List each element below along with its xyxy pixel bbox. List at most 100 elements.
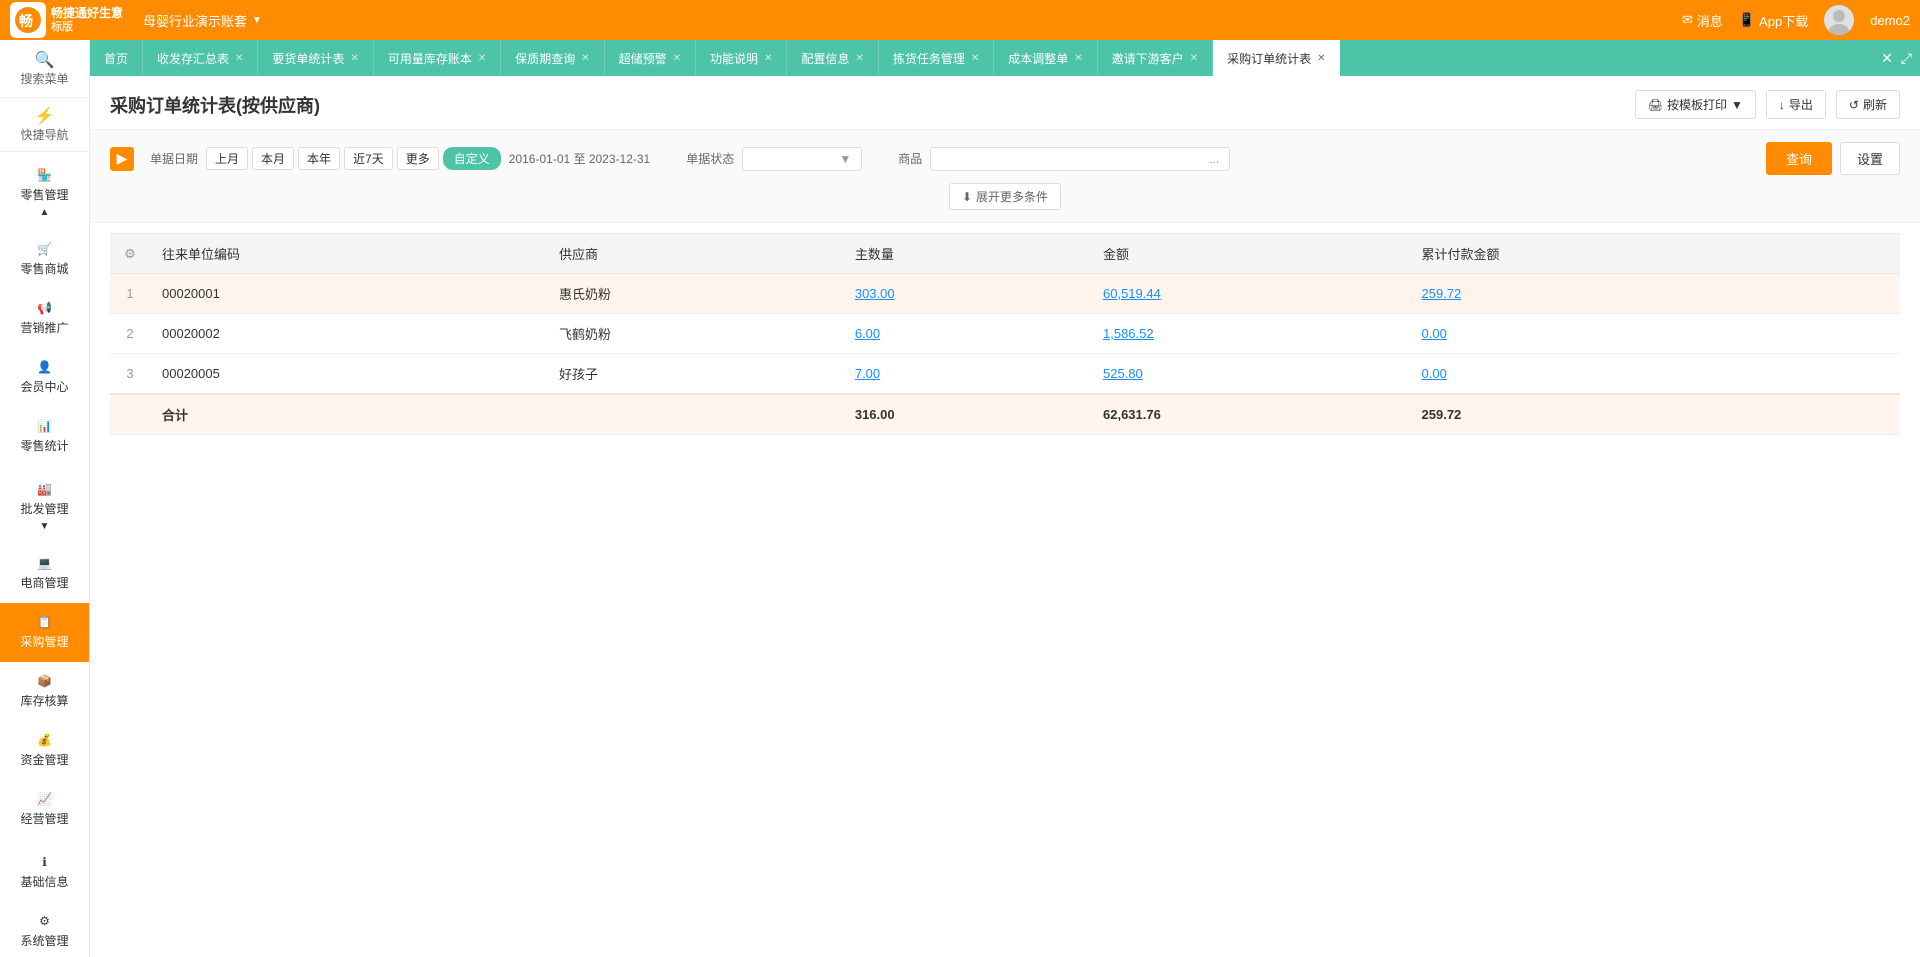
sidebar-item-finance[interactable]: 💰 资金管理 [0, 721, 89, 780]
marketing-icon: 📢 [37, 301, 52, 315]
search-button[interactable]: 查询 [1766, 142, 1832, 175]
ops-icon: 📈 [37, 792, 52, 806]
qty-link[interactable]: 7.00 [855, 366, 880, 381]
sidebar-search[interactable]: 🔍 搜索菜单 [0, 40, 89, 98]
close-tab-warranty[interactable]: ✕ [581, 53, 589, 64]
paid-link[interactable]: 0.00 [1422, 366, 1447, 381]
close-tab-purchase[interactable]: ✕ [1317, 53, 1325, 64]
column-settings-icon[interactable]: ⚙ [124, 246, 136, 261]
status-label: 单据状态 [686, 150, 734, 167]
goods-input[interactable]: ... [930, 147, 1230, 171]
sidebar-item-inventory-check[interactable]: 📦 库存核算 [0, 662, 89, 721]
logo-icon: 畅 [10, 2, 46, 38]
shortcut-this-month[interactable]: 本月 [252, 147, 294, 170]
footer-paid: 259.72 [1410, 394, 1807, 435]
avatar[interactable] [1824, 5, 1854, 35]
close-tab-receive[interactable]: ✕ [235, 53, 243, 64]
tab-home[interactable]: 首页 [90, 40, 143, 76]
maximize-icon[interactable]: ⤢ [1901, 50, 1912, 67]
tab-config[interactable]: 配置信息 ✕ [787, 40, 878, 76]
row-paid[interactable]: 0.00 [1410, 354, 1807, 395]
row-amount[interactable]: 525.80 [1091, 354, 1410, 395]
close-tab-order[interactable]: ✕ [350, 53, 358, 64]
shortcut-more[interactable]: 更多 [397, 147, 439, 170]
row-qty[interactable]: 6.00 [843, 314, 1091, 354]
filter-toggle-btn[interactable]: ▶ [110, 147, 134, 171]
table-row: 2 00020002 飞鹤奶粉 6.00 1,586.52 0.00 [110, 314, 1900, 354]
more-icon[interactable]: ... [1209, 152, 1219, 166]
tab-purchase-summary[interactable]: 采购订单统计表 ✕ [1213, 40, 1340, 76]
close-tab-invite[interactable]: ✕ [1190, 53, 1198, 64]
row-paid[interactable]: 0.00 [1410, 314, 1807, 354]
purchase-icon: 📋 [37, 615, 52, 629]
sidebar-item-marketing[interactable]: 📢 营销推广 [0, 289, 89, 348]
sidebar-item-retail-mgmt[interactable]: 🏪 零售管理 ▲ [0, 156, 89, 230]
message-icon: ✉ [1682, 12, 1693, 28]
close-tab-icon[interactable]: ✕ [1881, 50, 1893, 67]
close-tab-overstock[interactable]: ✕ [673, 53, 681, 64]
refresh-button[interactable]: ↺ 刷新 [1836, 90, 1900, 119]
filter-goods-group: 商品 ... [898, 147, 1230, 171]
close-tab-inventory[interactable]: ✕ [478, 53, 486, 64]
print-button[interactable]: 🖨 按模板打印 ▼ [1635, 90, 1756, 119]
shortcut-7days[interactable]: 近7天 [344, 147, 393, 170]
paid-link[interactable]: 259.72 [1422, 286, 1462, 301]
settings-button[interactable]: 设置 [1840, 142, 1900, 175]
close-tab-function[interactable]: ✕ [764, 53, 772, 64]
qty-link[interactable]: 6.00 [855, 326, 880, 341]
shortcut-this-year[interactable]: 本年 [298, 147, 340, 170]
workspace-selector[interactable]: 母婴行业演示账套 ▼ [143, 11, 262, 30]
th-paid: 累计付款金额 [1410, 234, 1807, 274]
tab-overstock[interactable]: 超储预警 ✕ [605, 40, 696, 76]
row-amount[interactable]: 1,586.52 [1091, 314, 1410, 354]
data-table: ⚙ 往来单位编码 供应商 主数量 金额 累计付款金额 1 [110, 233, 1900, 435]
sidebar-item-retail-stats[interactable]: 📊 零售统计 [0, 407, 89, 466]
retail-shop-icon: 🛒 [37, 242, 52, 256]
sidebar-quick-nav[interactable]: ⚡ 快捷导航 [0, 98, 89, 152]
sidebar-item-basic-info[interactable]: ℹ 基础信息 [0, 843, 89, 902]
footer-label: 合计 [150, 394, 843, 435]
tab-order-summary[interactable]: 要货单统计表 ✕ [258, 40, 373, 76]
row-qty[interactable]: 303.00 [843, 274, 1091, 314]
shortcut-custom[interactable]: 自定义 [443, 147, 501, 170]
amount-link[interactable]: 60,519.44 [1103, 286, 1161, 301]
download-btn[interactable]: 📱 App下载 [1739, 11, 1808, 30]
sidebar-item-purchase-mgmt[interactable]: 📋 采购管理 [0, 603, 89, 662]
close-tab-config[interactable]: ✕ [855, 53, 863, 64]
table-row: 3 00020005 好孩子 7.00 525.80 0.00 [110, 354, 1900, 395]
nav-icon: ⚡ [5, 106, 84, 126]
sidebar-item-system-mgmt[interactable]: ⚙ 系统管理 [0, 902, 89, 957]
tab-cost-adjust[interactable]: 成本调整单 ✕ [994, 40, 1097, 76]
page-actions: 🖨 按模板打印 ▼ ↓ 导出 ↺ 刷新 [1635, 90, 1900, 119]
row-no: 3 [110, 354, 150, 395]
row-no: 1 [110, 274, 150, 314]
export-button[interactable]: ↓ 导出 [1766, 90, 1826, 119]
tab-function-desc[interactable]: 功能说明 ✕ [696, 40, 787, 76]
sidebar-item-retail-shop[interactable]: 🛒 零售商城 [0, 230, 89, 289]
close-tab-picking[interactable]: ✕ [971, 53, 979, 64]
expand-more-btn[interactable]: ⬇ 展开更多条件 [949, 183, 1061, 210]
sidebar-item-member-center[interactable]: 👤 会员中心 [0, 348, 89, 407]
qty-link[interactable]: 303.00 [855, 286, 895, 301]
paid-link[interactable]: 0.00 [1422, 326, 1447, 341]
footer-qty: 316.00 [843, 394, 1091, 435]
tab-warranty[interactable]: 保质期查询 ✕ [501, 40, 604, 76]
close-tab-cost[interactable]: ✕ [1074, 53, 1082, 64]
tab-inventory-book[interactable]: 可用量库存账本 ✕ [374, 40, 501, 76]
tab-picking-task[interactable]: 拣货任务管理 ✕ [879, 40, 994, 76]
sidebar-item-ops-mgmt[interactable]: 📈 经营管理 [0, 780, 89, 839]
status-select[interactable]: ▼ [742, 147, 862, 171]
message-btn[interactable]: ✉ 消息 [1682, 11, 1723, 30]
tab-invite[interactable]: 邀请下游客户 ✕ [1098, 40, 1213, 76]
amount-link[interactable]: 1,586.52 [1103, 326, 1154, 341]
row-qty[interactable]: 7.00 [843, 354, 1091, 395]
row-paid[interactable]: 259.72 [1410, 274, 1807, 314]
sidebar-item-ecommerce[interactable]: 💻 电商管理 [0, 544, 89, 603]
retail-stats-icon: 📊 [37, 419, 52, 433]
sidebar-item-wholesale-mgmt[interactable]: 🏭 批发管理 ▼ [0, 470, 89, 544]
amount-link[interactable]: 525.80 [1103, 366, 1143, 381]
tab-receive-summary[interactable]: 收发存汇总表 ✕ [143, 40, 258, 76]
shortcut-last-month[interactable]: 上月 [206, 147, 248, 170]
row-amount[interactable]: 60,519.44 [1091, 274, 1410, 314]
date-filter-label: 单据日期 [150, 150, 198, 167]
